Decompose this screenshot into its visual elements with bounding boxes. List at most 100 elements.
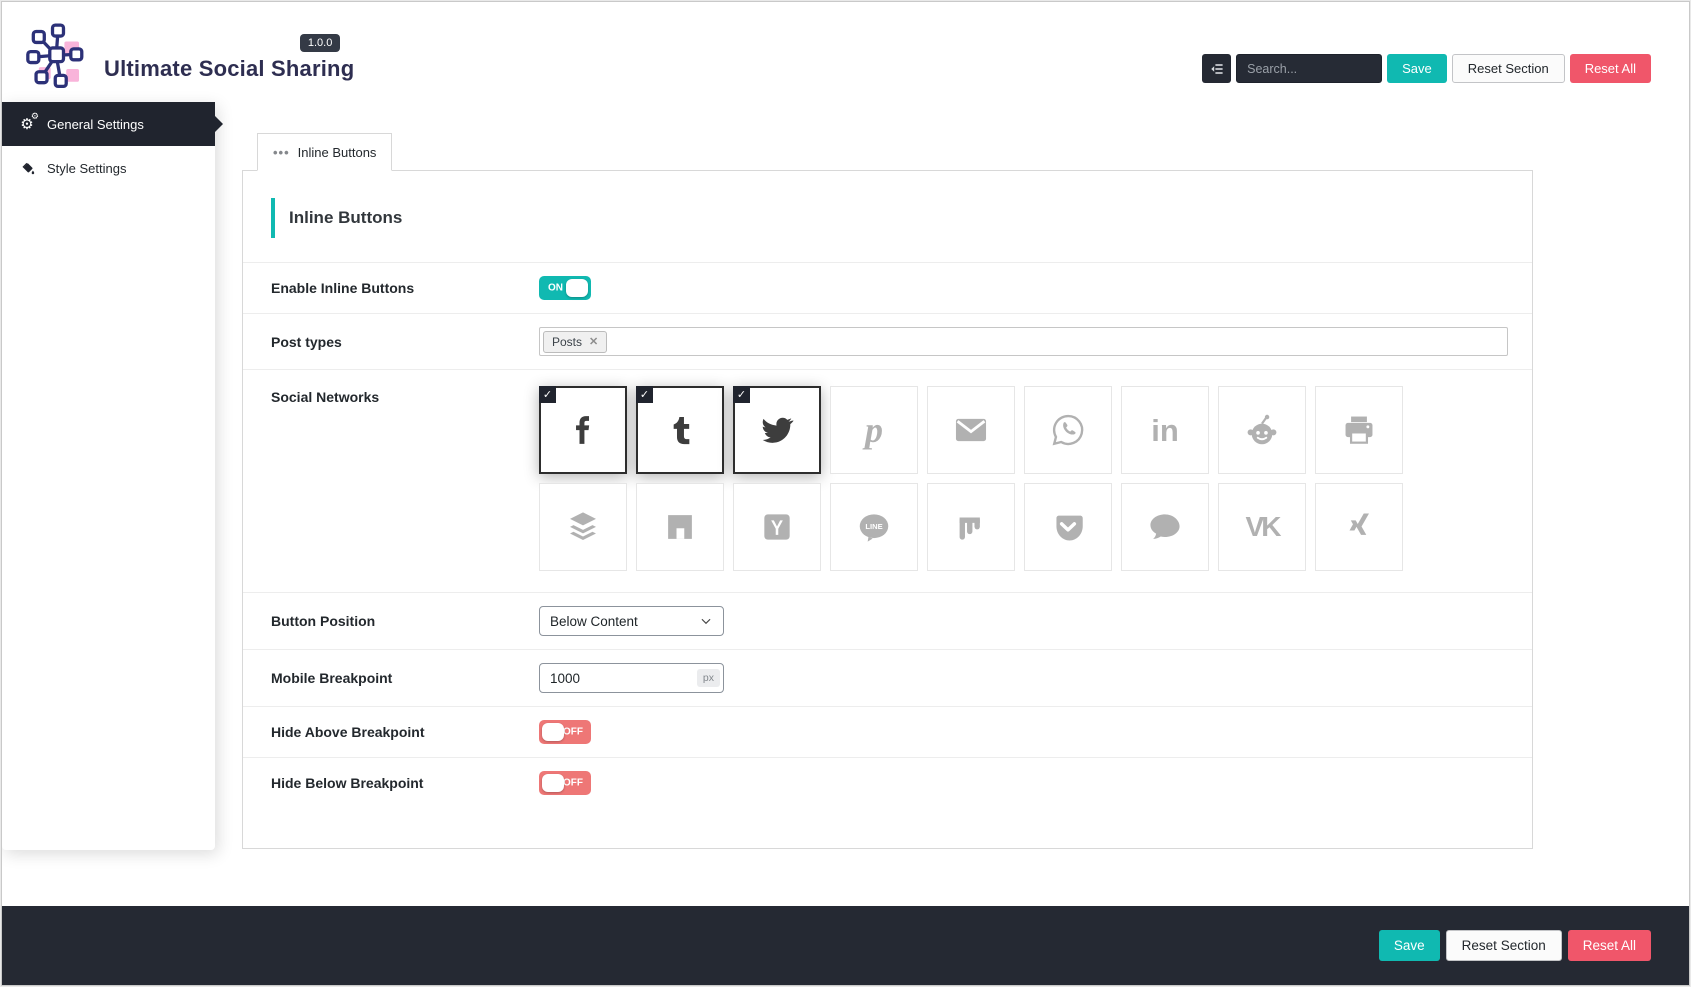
enable-inline-buttons-toggle[interactable]: ON [539,276,591,300]
unit-badge: px [696,669,720,687]
checked-badge: ✓ [539,386,556,403]
post-types-input[interactable]: Posts ✕ [539,327,1508,356]
network-vk[interactable]: VK [1218,483,1306,571]
main-content: ••• Inline Buttons Inline Buttons Enable… [215,102,1689,849]
save-button[interactable]: Save [1387,54,1447,83]
paint-fill-icon [18,161,36,176]
settings-card: Inline Buttons Enable Inline Buttons ON … [242,170,1533,849]
network-flipboard[interactable] [636,483,724,571]
comment-icon [1146,508,1184,546]
reset-all-button[interactable]: Reset All [1569,54,1651,83]
field-label: Enable Inline Buttons [271,280,415,296]
checked-badge: ✓ [636,386,653,403]
network-print[interactable] [1315,386,1403,474]
network-line[interactable]: LINE [830,483,918,571]
network-pocket[interactable] [1024,483,1112,571]
brand: 1.0.0 Ultimate Social Sharing [2,2,354,102]
setting-row-button-position: Button Position Below Content [243,592,1532,649]
panel-toggle-button[interactable] [1202,54,1232,83]
setting-row-social-networks: Social Networks ✓ ✓ ✓ p in LINE VK [243,369,1532,592]
footer-reset-all-button[interactable]: Reset All [1567,930,1651,961]
setting-row-enable-inline-buttons: Enable Inline Buttons ON [243,262,1532,313]
sidebar: ⚙ ⚙ General Settings Style Settings [2,102,223,850]
network-linkedin[interactable]: in [1121,386,1209,474]
sidebar-item-label: General Settings [47,116,144,132]
twitter-icon [758,411,796,449]
network-twitter[interactable]: ✓ [733,386,821,474]
email-icon [952,411,990,449]
network-pinterest[interactable]: p [830,386,918,474]
field-label: Hide Below Breakpoint [271,775,424,791]
toggle-knob [566,279,588,297]
setting-row-mobile-breakpoint: Mobile Breakpoint px [243,649,1532,706]
setting-row-post-types: Post types Posts ✕ [243,313,1532,369]
tag-label: Posts [552,334,583,349]
chevron-down-icon [701,618,711,625]
network-whatsapp[interactable] [1024,386,1112,474]
pocket-icon [1049,508,1087,546]
network-facebook[interactable]: ✓ [539,386,627,474]
select-value: Below Content [550,613,638,629]
setting-row-hide-below-breakpoint: Hide Below Breakpoint OFF [243,757,1532,808]
vk-icon: VK [1245,511,1282,542]
button-position-select[interactable]: Below Content [539,606,724,636]
field-label: Mobile Breakpoint [271,670,393,686]
tab-label: Inline Buttons [297,144,377,160]
xing-icon [1340,508,1378,546]
network-comment[interactable] [1121,483,1209,571]
reset-section-button[interactable]: Reset Section [1451,54,1565,83]
facebook-icon [564,411,602,449]
toggle-knob [542,723,564,741]
hide-below-breakpoint-toggle[interactable]: OFF [539,771,591,795]
network-xing[interactable] [1315,483,1403,571]
section-title: Inline Buttons [271,198,1508,238]
header: 1.0.0 Ultimate Social Sharing Save Reset… [2,2,1689,102]
network-buffer[interactable] [539,483,627,571]
active-item-arrow [215,116,223,132]
network-mix[interactable] [927,483,1015,571]
line-icon: LINE [855,508,893,546]
field-label: Button Position [271,613,376,629]
network-email[interactable] [927,386,1015,474]
linkedin-icon: in [1151,412,1179,448]
search-input[interactable] [1236,54,1383,83]
footer-reset-section-button[interactable]: Reset Section [1445,930,1562,961]
sidebar-item-style-settings[interactable]: Style Settings [2,146,215,190]
flipboard-icon [661,508,699,546]
sidebar-item-label: Style Settings [47,160,127,176]
sidebar-item-general-settings[interactable]: ⚙ ⚙ General Settings [2,102,223,146]
network-tumblr[interactable]: ✓ [636,386,724,474]
footer: Save Reset Section Reset All [2,906,1689,985]
app-title: Ultimate Social Sharing [104,56,355,81]
field-label: Social Networks [271,389,380,405]
tab-inline-buttons[interactable]: ••• Inline Buttons [257,133,393,171]
network-reddit[interactable] [1218,386,1306,474]
svg-text:LINE: LINE [865,522,882,531]
network-hacker-news[interactable] [733,483,821,571]
remove-tag-icon[interactable]: ✕ [589,335,598,348]
print-icon [1340,411,1378,449]
social-networks-grid: ✓ ✓ ✓ p in LINE VK [539,383,1403,579]
app-window: 1.0.0 Ultimate Social Sharing Save Reset… [1,1,1690,986]
outdent-icon [1210,63,1223,74]
buffer-icon [564,508,602,546]
version-badge: 1.0.0 [299,34,341,52]
field-label: Hide Above Breakpoint [271,724,425,740]
body-area: ⚙ ⚙ General Settings Style Settings ••• I… [2,102,1689,906]
footer-save-button[interactable]: Save [1378,930,1440,961]
tumblr-icon [661,411,699,449]
whatsapp-icon [1049,411,1087,449]
field-label: Post types [271,333,342,350]
hide-above-breakpoint-toggle[interactable]: OFF [539,720,591,744]
toggle-knob [542,774,564,792]
reddit-icon [1243,411,1281,449]
header-actions: Save Reset Section Reset All [1202,35,1651,102]
app-logo-icon [26,23,84,88]
gears-icon: ⚙ ⚙ [20,111,39,133]
hacker-news-icon [758,508,796,546]
post-type-tag: Posts ✕ [543,330,608,353]
setting-row-hide-above-breakpoint: Hide Above Breakpoint OFF [243,706,1532,757]
ellipsis-icon: ••• [273,144,290,160]
checked-badge: ✓ [733,386,750,403]
pinterest-icon: p [865,410,883,450]
